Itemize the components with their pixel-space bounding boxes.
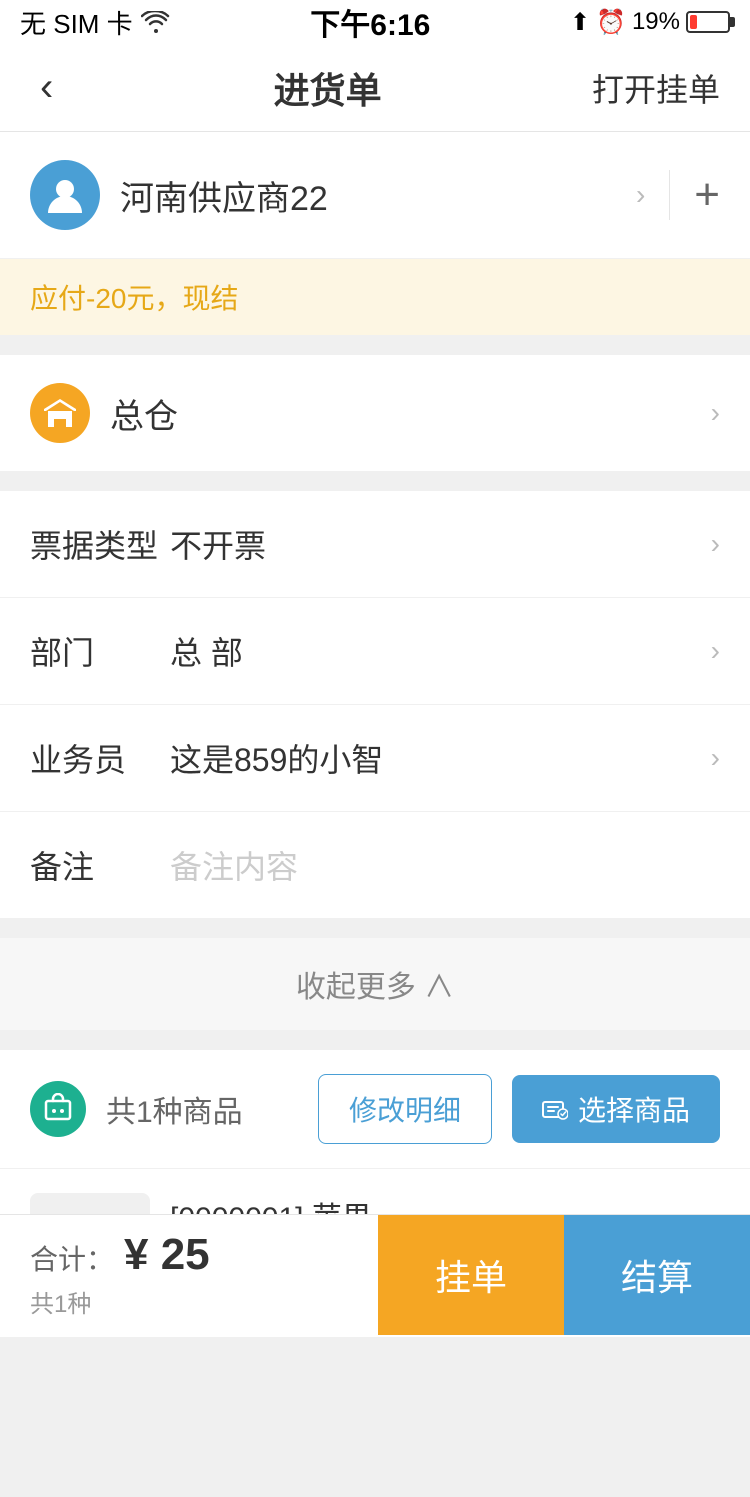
- warehouse-icon: [42, 395, 78, 431]
- invoice-type-label: 票据类型: [30, 521, 170, 567]
- warehouse-row[interactable]: 总仓 ›: [0, 355, 750, 471]
- products-header: 共1种商品 修改明细 选择商品: [0, 1050, 750, 1169]
- nav-bar: ‹ 进货单 打开挂单: [0, 44, 750, 132]
- chevron-right-icon: ›: [711, 635, 720, 667]
- department-row[interactable]: 部门 总 部 ›: [0, 598, 750, 705]
- salesperson-value: 这是859的小智: [170, 735, 711, 781]
- supplier-row[interactable]: 河南供应商22 › +: [0, 132, 750, 259]
- divider: [669, 170, 670, 220]
- page-title: 进货单: [274, 62, 382, 114]
- collapse-label: 收起更多 ∧: [296, 962, 454, 1006]
- form-card: 票据类型 不开票 › 部门 总 部 › 业务员 这是859的小智 › 备注 备注…: [0, 491, 750, 918]
- add-supplier-button[interactable]: +: [694, 173, 720, 217]
- department-value: 总 部: [170, 628, 711, 674]
- hang-button[interactable]: 挂单: [378, 1215, 564, 1335]
- select-product-icon: [542, 1098, 568, 1120]
- chevron-right-icon: ›: [711, 742, 720, 774]
- pay-button[interactable]: 结算: [564, 1215, 750, 1335]
- total-label: 合计：: [30, 1238, 114, 1278]
- chevron-right-icon: ›: [711, 397, 720, 429]
- salesperson-label: 业务员: [30, 735, 170, 781]
- status-right: ⬆ ⏰ 19%: [570, 8, 730, 37]
- status-time: 下午6:16: [310, 0, 430, 44]
- user-icon: [43, 173, 87, 217]
- wifi-icon: [141, 11, 171, 33]
- chevron-right-icon: ›: [636, 179, 645, 211]
- notice-bar: 应付-20元，现结: [0, 259, 750, 335]
- invoice-type-row[interactable]: 票据类型 不开票 ›: [0, 491, 750, 598]
- location-icon: ⬆: [570, 8, 590, 37]
- open-hang-button[interactable]: 打开挂单: [592, 65, 720, 111]
- department-label: 部门: [30, 628, 170, 674]
- total-sub: 共1种: [30, 1284, 348, 1319]
- supplier-name: 河南供应商22: [120, 171, 636, 220]
- select-product-button[interactable]: 选择商品: [512, 1075, 720, 1143]
- warehouse-name: 总仓: [110, 389, 711, 438]
- cart-icon: [42, 1093, 74, 1125]
- note-input[interactable]: 备注内容: [170, 842, 720, 888]
- edit-detail-button[interactable]: 修改明细: [318, 1074, 492, 1144]
- warehouse-card[interactable]: 总仓 ›: [0, 355, 750, 471]
- supplier-card: 河南供应商22 › + 应付-20元，现结: [0, 132, 750, 335]
- battery-icon: [686, 11, 730, 33]
- salesperson-row[interactable]: 业务员 这是859的小智 ›: [0, 705, 750, 812]
- invoice-type-value: 不开票: [170, 521, 711, 567]
- footer-total: 合计： ¥ 25 共1种: [0, 1230, 378, 1319]
- status-carrier: 无 SIM 卡: [20, 4, 171, 41]
- total-amount: ¥ 25: [124, 1230, 210, 1280]
- supplier-avatar: [30, 160, 100, 230]
- collapse-bar[interactable]: 收起更多 ∧: [0, 938, 750, 1030]
- status-bar: 无 SIM 卡 下午6:16 ⬆ ⏰ 19%: [0, 0, 750, 44]
- back-button[interactable]: ‹: [30, 55, 63, 120]
- chevron-right-icon: ›: [711, 528, 720, 560]
- note-row[interactable]: 备注 备注内容: [0, 812, 750, 918]
- products-icon-bg: [30, 1081, 86, 1137]
- select-product-label: 选择商品: [578, 1089, 690, 1129]
- note-label: 备注: [30, 842, 170, 888]
- products-count: 共1种商品: [106, 1087, 298, 1131]
- footer: 合计： ¥ 25 共1种 挂单 结算: [0, 1214, 750, 1334]
- warehouse-icon-bg: [30, 383, 90, 443]
- alarm-icon: ⏰: [596, 8, 626, 37]
